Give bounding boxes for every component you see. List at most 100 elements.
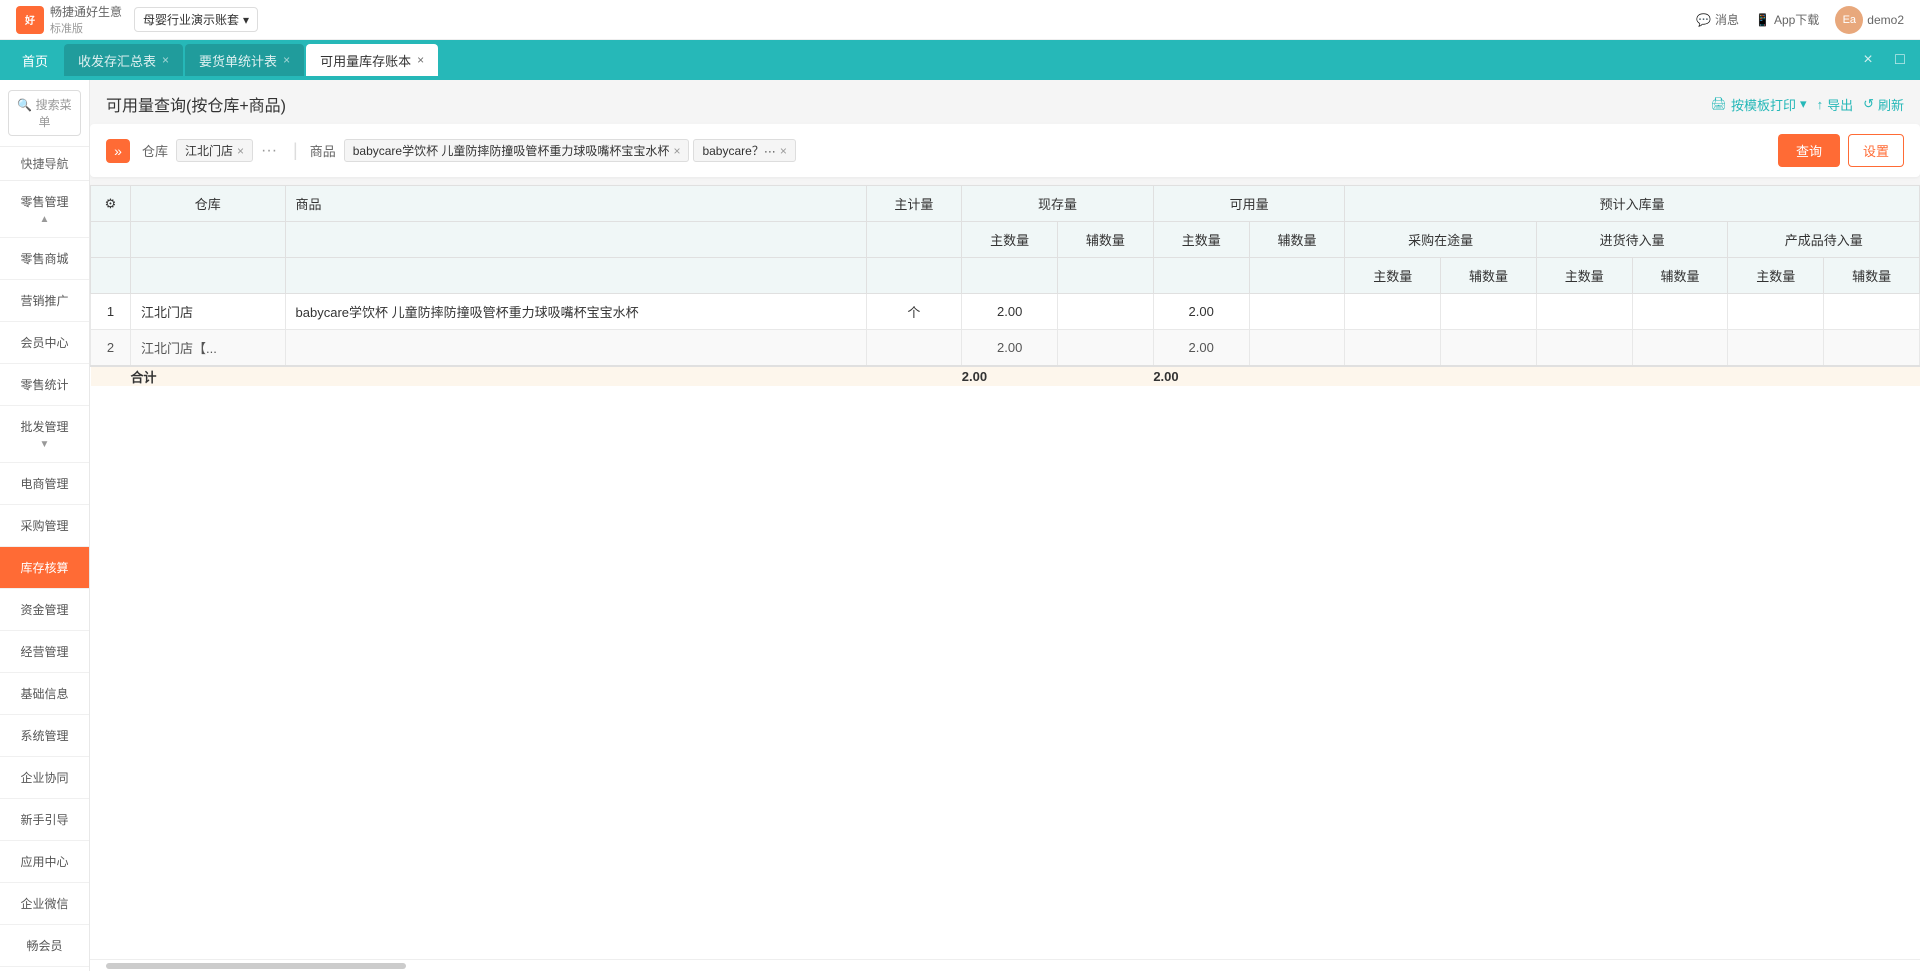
col-ip-aux: 辅数量 (1632, 258, 1728, 294)
footer-pt-main (1345, 366, 1441, 386)
tab-available-inventory[interactable]: 可用量库存账本 × (306, 44, 438, 76)
refresh-button[interactable]: ↺ 刷新 (1863, 95, 1904, 114)
table-footer-row: 合计 2.00 2.00 (91, 366, 1920, 386)
warehouse-more-button[interactable]: ··· (257, 142, 281, 160)
search-menu-button[interactable]: 🔍 搜索菜单 (8, 90, 81, 136)
top-bar-left: 好 畅捷通好生意 标准版 母婴行业演示账套 ▾ (16, 3, 258, 36)
settings-button[interactable]: 设置 (1848, 134, 1904, 167)
filter-expand-button[interactable]: » (106, 139, 130, 163)
refresh-icon: ↺ (1863, 96, 1874, 112)
top-bar-right: 💬 消息 📱 App下载 Ea demo2 (1696, 6, 1904, 34)
sidebar-item-new-guide[interactable]: 新手引导 (0, 799, 89, 841)
col-stock-main-2 (962, 258, 1058, 294)
product-tags: babycare学饮杯 儿童防摔防撞吸管杯重力球吸嘴杯宝宝水杯 × babyca… (344, 139, 796, 162)
cell-pt-aux-1 (1441, 294, 1537, 330)
sidebar-item-enterprise-collab[interactable]: 企业协同 (0, 757, 89, 799)
sidebar-item-retail-stats[interactable]: 零售统计 (0, 364, 89, 406)
sidebar-item-basic-info[interactable]: 基础信息 (0, 673, 89, 715)
cell-ip-aux-1 (1632, 294, 1728, 330)
chevron-down-icon: ▾ (243, 13, 249, 27)
avatar: Ea (1835, 6, 1863, 34)
footer-ip-main (1536, 366, 1632, 386)
sidebar-item-operations[interactable]: 经营管理 (0, 631, 89, 673)
sidebar-item-member-center[interactable]: 会员中心 (0, 322, 89, 364)
sidebar-retail-stats-label: 零售统计 (20, 376, 68, 393)
col-production-pending: 产成品待入量 (1728, 222, 1920, 258)
col-planned-in: 预计入库量 (1345, 186, 1920, 222)
footer-pp-main (1728, 366, 1824, 386)
warehouse-filter: 仓库 江北门店 × ··· (142, 139, 281, 162)
sidebar-search[interactable]: 🔍 搜索菜单 (0, 80, 89, 147)
message-button[interactable]: 💬 消息 (1696, 11, 1739, 28)
sidebar-quick-nav[interactable]: 快捷导航 (0, 147, 89, 181)
sidebar-finance-label: 资金管理 (20, 601, 68, 618)
sidebar-item-app-center[interactable]: 应用中心 (0, 841, 89, 883)
sidebar-app-center-label: 应用中心 (20, 853, 68, 870)
col-settings: ⚙ (91, 186, 131, 222)
cell-ip-main-1 (1536, 294, 1632, 330)
org-selector[interactable]: 母婴行业演示账套 ▾ (134, 7, 258, 32)
bottom-scroll[interactable] (90, 959, 1920, 971)
tab-receipt-close[interactable]: × (162, 53, 169, 67)
col-settings-2 (91, 222, 131, 258)
cell-stock-aux-2 (1058, 330, 1154, 367)
printer-icon: 🖨 (1711, 96, 1728, 112)
sidebar-enterprise-wechat-label: 企业微信 (20, 895, 68, 912)
tab-home-label: 首页 (22, 51, 48, 70)
footer-label: 合计 (131, 366, 286, 386)
sidebar-item-retail-mgmt[interactable]: 零售管理 ▲ (0, 181, 89, 238)
product-label: 商品 (310, 141, 336, 160)
tab-home[interactable]: 首页 (8, 44, 62, 76)
sidebar-item-wholesale-mgmt[interactable]: 批发管理 ▼ (0, 406, 89, 463)
col-product: 商品 (285, 186, 866, 222)
app-download-button[interactable]: 📱 App下载 (1755, 11, 1819, 28)
message-icon: 💬 (1696, 13, 1711, 27)
sidebar-item-system-mgmt[interactable]: 系统管理 (0, 715, 89, 757)
sidebar-item-purchase[interactable]: 采购管理 (0, 505, 89, 547)
product-tag-2-close[interactable]: × (780, 144, 787, 158)
filter-actions: 查询 设置 (1778, 134, 1904, 167)
sidebar-item-enterprise-wechat[interactable]: 企业微信 (0, 883, 89, 925)
sidebar-item-marketing[interactable]: 营销推广 (0, 280, 89, 322)
close-window-button[interactable]: × (1856, 48, 1880, 72)
table-wrapper[interactable]: ⚙ 仓库 商品 主计量 现存量 可用量 预计入库量 主数量 (90, 185, 1920, 959)
footer-empty-3 (866, 366, 962, 386)
cell-warehouse-1: 江北门店 (131, 294, 286, 330)
col-avail-aux: 辅数量 (1249, 222, 1345, 258)
tab-inventory-close[interactable]: × (417, 53, 424, 67)
chevron-icon-2: ▼ (40, 439, 50, 450)
export-button[interactable]: ↑ 导出 (1817, 95, 1854, 114)
query-button[interactable]: 查询 (1778, 134, 1840, 167)
cell-unit-1: 个 (866, 294, 962, 330)
sidebar-wholesale-label: 批发管理 (20, 418, 68, 435)
page-actions: 🖨 按模板打印 ▾ ↑ 导出 ↺ 刷新 (1711, 95, 1905, 114)
sidebar-item-inventory[interactable]: 库存核算 (0, 547, 89, 589)
sidebar-item-finance[interactable]: 资金管理 (0, 589, 89, 631)
tab-receipt-label: 收发存汇总表 (78, 51, 156, 70)
product-tag-1-close[interactable]: × (673, 144, 680, 158)
tab-receipt-summary[interactable]: 收发存汇总表 × (64, 44, 183, 76)
logo-text: 畅捷通好生意 标准版 (50, 3, 122, 36)
tab-order-stats[interactable]: 要货单统计表 × (185, 44, 304, 76)
col-pt-main: 主数量 (1345, 258, 1441, 294)
horizontal-scrollbar[interactable] (106, 963, 406, 969)
user-menu[interactable]: Ea demo2 (1835, 6, 1904, 34)
col-incoming-pending: 进货待入量 (1536, 222, 1728, 258)
col-pp-main: 主数量 (1728, 258, 1824, 294)
maximize-window-button[interactable]: □ (1888, 48, 1912, 72)
warehouse-tag-close[interactable]: × (237, 144, 244, 158)
sidebar-item-retail-mall[interactable]: 零售商城 (0, 238, 89, 280)
col-stock-aux: 辅数量 (1058, 222, 1154, 258)
table-row-group: 2 江北门店【... 2.00 2.00 (91, 330, 1920, 367)
sidebar-item-ecommerce[interactable]: 电商管理 (0, 463, 89, 505)
cell-avail-main-1: 2.00 (1153, 294, 1249, 330)
logo-area: 好 畅捷通好生意 标准版 (16, 3, 122, 36)
footer-avail-aux (1249, 366, 1345, 386)
col-warehouse-2 (131, 222, 286, 258)
col-stock-main: 主数量 (962, 222, 1058, 258)
tab-order-close[interactable]: × (283, 53, 290, 67)
col-warehouse-3 (131, 258, 286, 294)
sidebar-item-member[interactable]: 畅会员 (0, 925, 89, 967)
chevron-print-icon: ▾ (1800, 96, 1807, 112)
print-template-button[interactable]: 🖨 按模板打印 ▾ (1711, 95, 1807, 114)
